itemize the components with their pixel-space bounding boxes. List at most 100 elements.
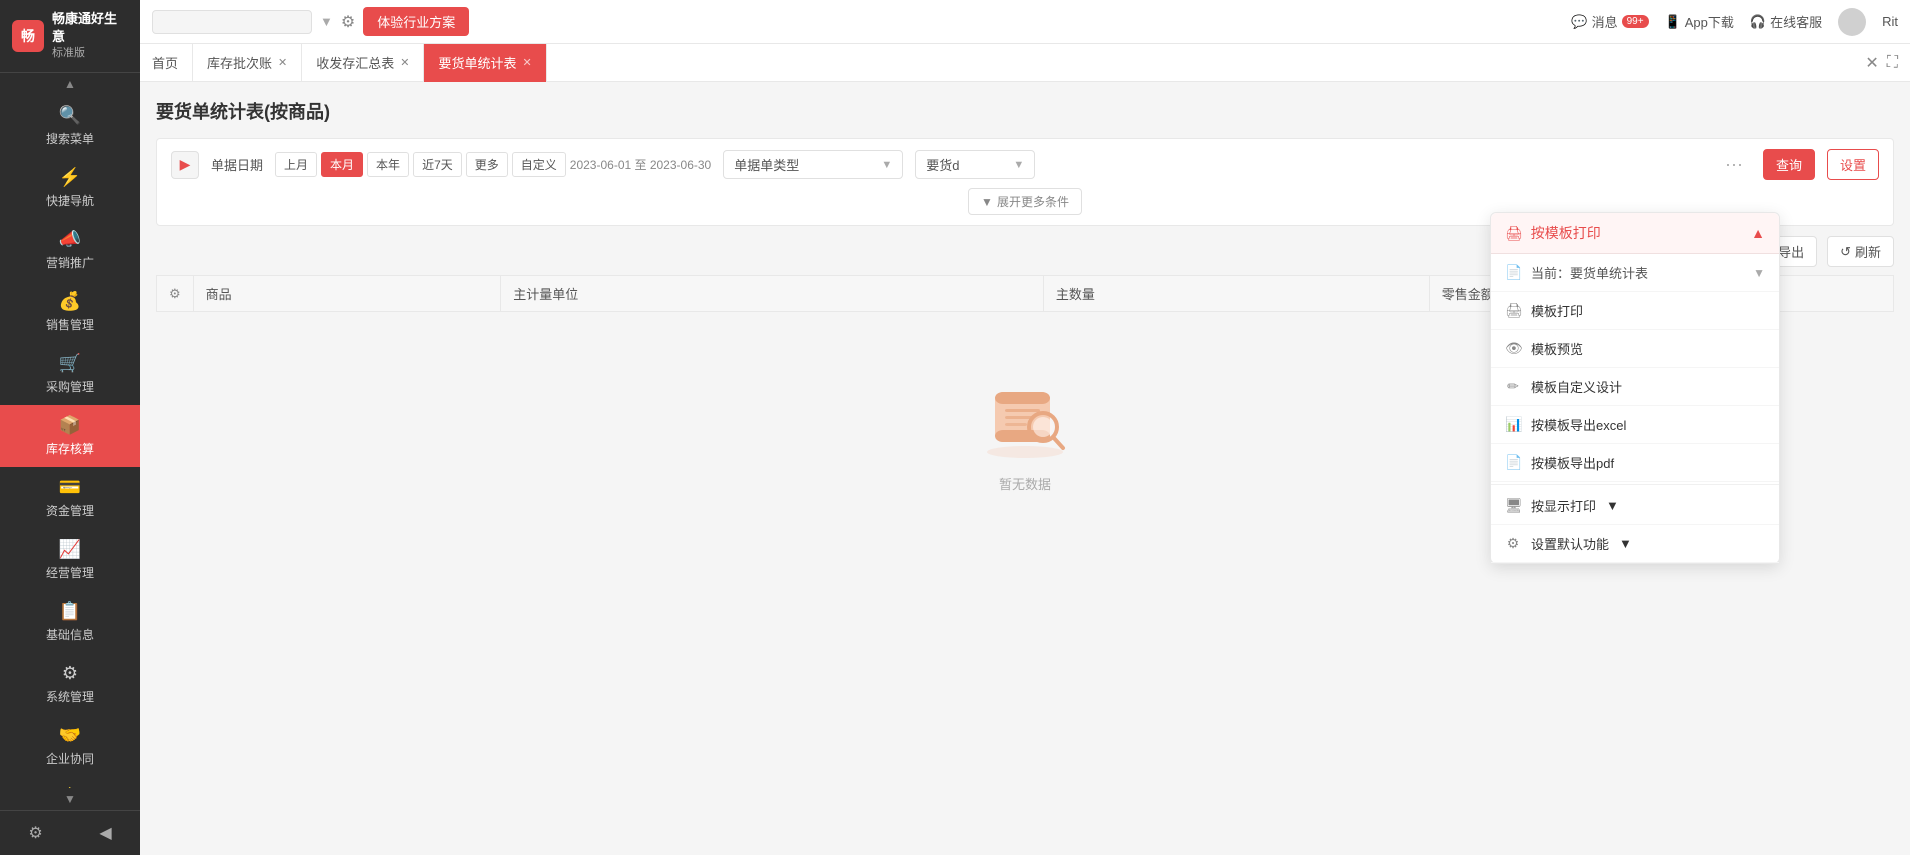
print-dropdown: 🖨 按模板打印 ▲ 📄 当前：要货单统计表 ▼ 🖨 模板打印 👁 模板 (1490, 212, 1780, 564)
date-btn-last-7days[interactable]: 近7天 (413, 152, 462, 177)
sidebar-item-quicknav[interactable]: ⚡ 快捷导航 (0, 157, 140, 219)
filter-expand-btn[interactable]: ▶ (171, 151, 199, 179)
sidebar-item-collab[interactable]: 🤝 企业协同 (0, 715, 140, 777)
sidebar-item-label: 基础信息 (46, 626, 94, 643)
tab-home[interactable]: 首页 (152, 44, 193, 82)
sidebar-item-purchase[interactable]: 🛒 采购管理 (0, 343, 140, 405)
sidebar-item-label: 经营管理 (46, 564, 94, 581)
type-filter-select[interactable]: 单据单类型 ▼ (723, 150, 903, 179)
sidebar-item-marketing[interactable]: 📣 营销推广 (0, 219, 140, 281)
brand-name: 畅康通好生意 (52, 10, 128, 46)
finance-icon: 💳 (59, 477, 81, 498)
sidebar-item-label: 快捷导航 (46, 192, 94, 209)
template-preview-label: 模板预览 (1531, 339, 1765, 358)
system-icon: ⚙ (62, 663, 78, 684)
scroll-down-arrow[interactable]: ▼ (0, 788, 140, 810)
date-btn-this-month[interactable]: 本月 (321, 152, 363, 177)
printer-icon2: 🖨 (1505, 225, 1523, 242)
query-btn[interactable]: 查询 (1763, 149, 1815, 180)
date-btn-this-year[interactable]: 本年 (367, 152, 409, 177)
tab-order-stats[interactable]: 要货单统计表 ✕ (424, 44, 546, 82)
operations-icon: 📈 (59, 539, 81, 560)
expand-more-label: 展开更多条件 (997, 193, 1069, 210)
tab-close-icon[interactable]: ✕ (523, 56, 532, 69)
display-print-icon: 🖥 (1505, 497, 1521, 514)
display-print-arrow: ▼ (1606, 498, 1619, 513)
dropdown-collapse-arrow[interactable]: ▲ (1751, 225, 1765, 241)
avatar[interactable] (1838, 8, 1866, 36)
col-settings-icon[interactable]: ⚙ (169, 286, 181, 301)
sidebar-item-basic[interactable]: 📋 基础信息 (0, 591, 140, 653)
dropdown-item-template-design[interactable]: ✏ 模板自定义设计 (1491, 368, 1779, 406)
template-preview-icon: 👁 (1505, 340, 1521, 357)
chevron-down-icon3: ▼ (981, 195, 993, 209)
set-default-icon: ⚙ (1505, 535, 1521, 552)
sidebar: 畅 畅康通好生意 标准版 ▲ 🔍 搜索菜单 ⚡ 快捷导航 📣 营销推广 💰 销售… (0, 0, 140, 855)
date-btn-more[interactable]: 更多 (466, 152, 508, 177)
quicknav-icon: ⚡ (59, 167, 81, 188)
collapse-btn[interactable]: ◀ (91, 819, 119, 847)
scroll-up-arrow[interactable]: ▲ (0, 73, 140, 95)
empty-text: 暂无数据 (999, 474, 1051, 493)
dropdown-item-display-print[interactable]: 🖥 按显示打印 ▼ (1491, 487, 1779, 525)
sidebar-bottom: ⚙ ◀ (0, 810, 140, 855)
topbar-right: 💬 消息 99+ 📱 App下载 🎧 在线客服 Rit (1571, 8, 1898, 36)
print-dropdown-header: 🖨 按模板打印 ▲ (1491, 213, 1779, 254)
topbar: ▼ ⚙ 体验行业方案 💬 消息 99+ 📱 App下载 🎧 在线客服 Rit (140, 0, 1910, 44)
table-col-settings[interactable]: ⚙ (157, 276, 194, 312)
sidebar-item-search[interactable]: 🔍 搜索菜单 (0, 95, 140, 157)
dropdown-item-set-default[interactable]: ⚙ 设置默认功能 ▼ (1491, 525, 1779, 563)
sidebar-item-system[interactable]: ⚙ 系统管理 (0, 653, 140, 715)
date-btn-last-month[interactable]: 上月 (275, 152, 317, 177)
yaohuo-filter-select[interactable]: 要货d ▼ (915, 150, 1035, 179)
print-dropdown-title: 按模板打印 (1531, 223, 1601, 243)
dropdown-item-template-print[interactable]: 🖨 模板打印 (1491, 292, 1779, 330)
topbar-search-input[interactable] (152, 10, 312, 34)
sidebar-item-sales[interactable]: 💰 销售管理 (0, 281, 140, 343)
settings-btn[interactable]: 设置 (1827, 149, 1879, 180)
print-dropdown-header-right: ▲ (1751, 225, 1765, 241)
tab-close-icon[interactable]: ✕ (400, 56, 409, 69)
tab-inventory-batch[interactable]: 库存批次账 ✕ (193, 44, 302, 82)
app-download-label: App下载 (1685, 12, 1734, 31)
current-template-icon: 📄 (1505, 264, 1521, 281)
app-download-btn[interactable]: 📱 App下载 (1665, 12, 1734, 31)
tab-receipts-summary[interactable]: 收发存汇总表 ✕ (302, 44, 424, 82)
current-template-row[interactable]: 📄 当前：要货单统计表 ▼ (1491, 254, 1779, 292)
dropdown-item-export-pdf[interactable]: 📄 按模板导出pdf (1491, 444, 1779, 482)
more-options-icon[interactable]: ··· (1725, 154, 1743, 175)
sidebar-item-operations[interactable]: 📈 经营管理 (0, 529, 140, 591)
user-name: Rit (1882, 14, 1898, 29)
table-col-unit: 主计量单位 (501, 276, 1044, 312)
purchase-icon: 🛒 (59, 353, 81, 374)
headset-icon: 🎧 (1750, 14, 1766, 30)
online-service-btn[interactable]: 🎧 在线客服 (1750, 12, 1822, 31)
topbar-gear-icon[interactable]: ⚙ (341, 12, 355, 32)
set-default-arrow: ▼ (1619, 536, 1632, 551)
expand-more-btn[interactable]: ▼ 展开更多条件 (968, 188, 1082, 215)
sales-icon: 💰 (59, 291, 81, 312)
basic-icon: 📋 (59, 601, 81, 622)
sidebar-item-label: 营销推广 (46, 254, 94, 271)
collab-icon: 🤝 (59, 725, 81, 746)
tab-expand-window-btn[interactable]: ⛶ (1887, 54, 1898, 72)
message-btn[interactable]: 💬 消息 99+ (1571, 12, 1648, 31)
brand-tag: 标准版 (52, 46, 128, 61)
settings-bottom-btn[interactable]: ⚙ (20, 819, 50, 847)
sidebar-item-inventory[interactable]: 📦 库存核算 (0, 405, 140, 467)
tab-close-icon[interactable]: ✕ (278, 56, 287, 69)
refresh-btn[interactable]: ↺ 刷新 (1827, 236, 1894, 267)
sidebar-item-label: 搜索菜单 (46, 130, 94, 147)
refresh-icon: ↺ (1840, 244, 1851, 260)
chevron-down-icon2: ▼ (1013, 159, 1024, 171)
message-badge: 99+ (1622, 15, 1649, 28)
sidebar-item-label: 采购管理 (46, 378, 94, 395)
sidebar-item-beginner[interactable]: 🌟 新手引导 (0, 777, 140, 788)
exp-btn[interactable]: 体验行业方案 (363, 7, 469, 36)
content-area: 要货单统计表(按商品) ▶ 单据日期 上月 本月 本年 近7天 更多 自定义 2… (140, 82, 1910, 855)
date-btn-custom[interactable]: 自定义 (512, 152, 566, 177)
dropdown-item-export-excel[interactable]: 📊 按模板导出excel (1491, 406, 1779, 444)
tab-close-window-btn[interactable]: ✕ (1865, 53, 1878, 73)
sidebar-item-finance[interactable]: 💳 资金管理 (0, 467, 140, 529)
dropdown-item-template-preview[interactable]: 👁 模板预览 (1491, 330, 1779, 368)
